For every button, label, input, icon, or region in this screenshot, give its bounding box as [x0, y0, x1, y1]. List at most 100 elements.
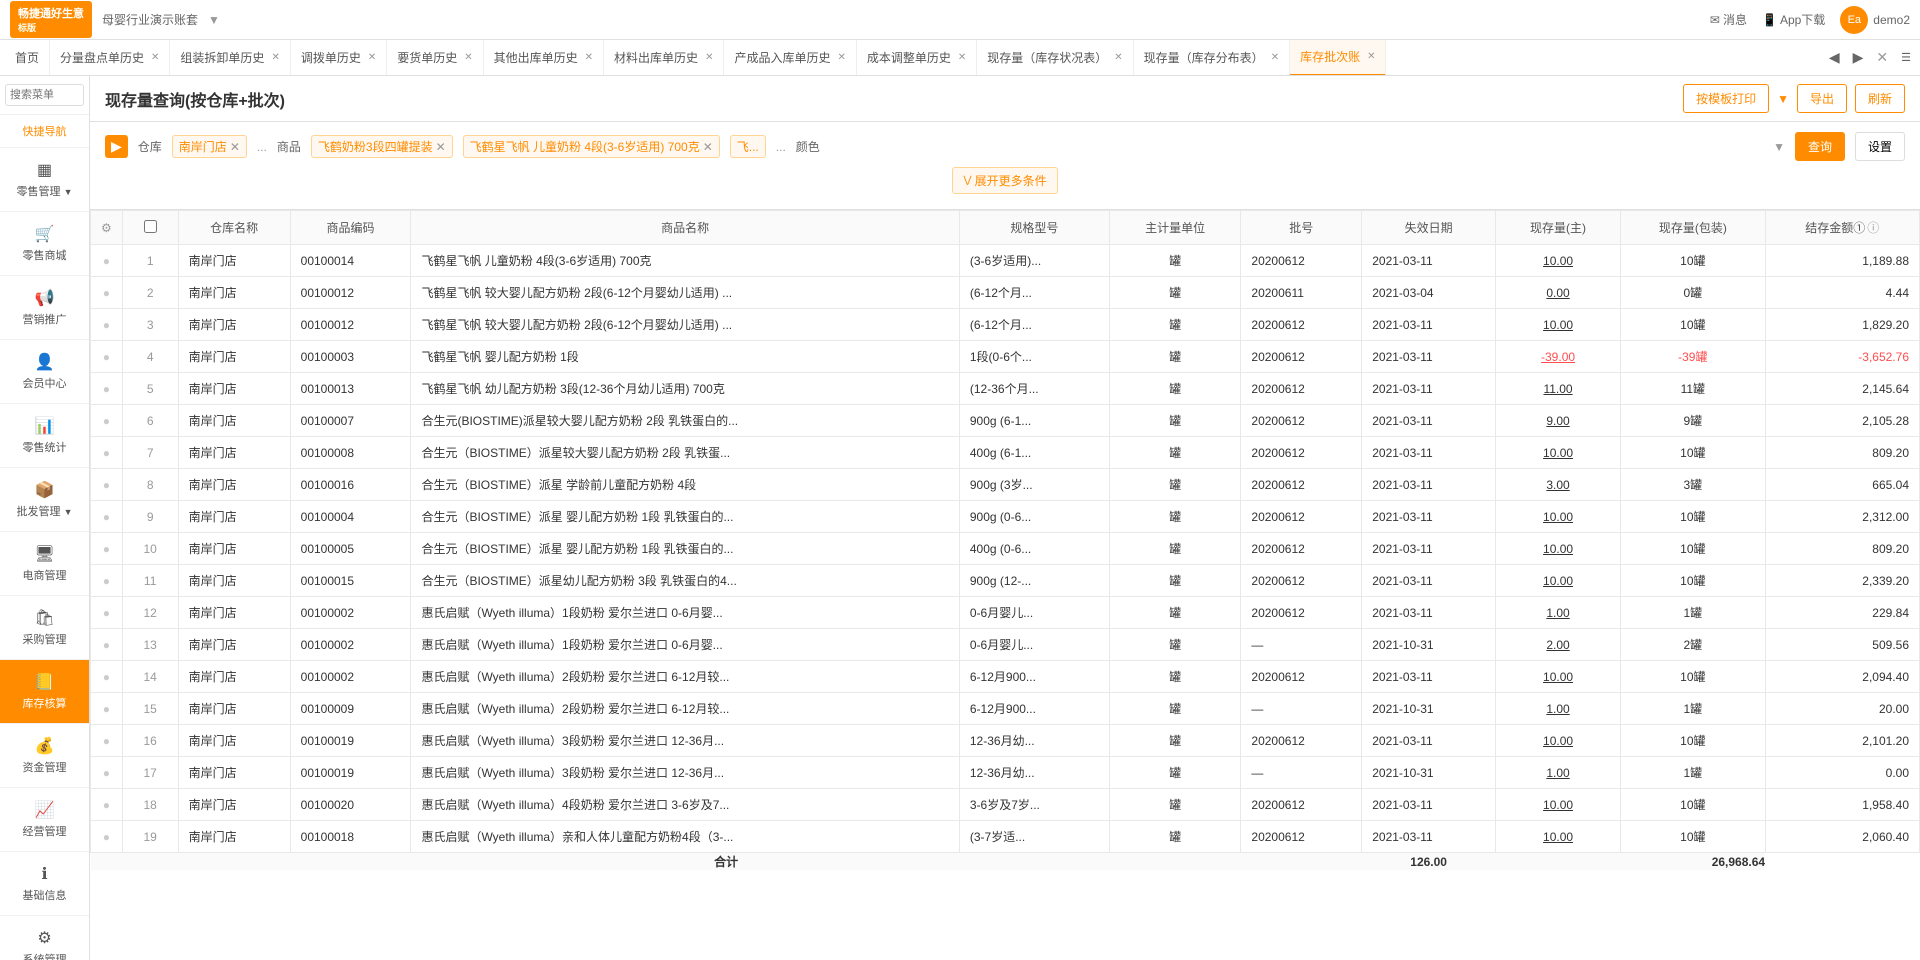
tab-item-4[interactable]: 要货单历史✕	[387, 40, 483, 76]
sidebar-item-基础信息[interactable]: ℹ 基础信息	[0, 852, 89, 916]
filter-expand-arrow[interactable]: ▶	[105, 135, 128, 158]
quick-nav[interactable]: 快捷导航	[0, 115, 89, 148]
sidebar-item-零售管理[interactable]: ▦ 零售管理 ▼	[0, 148, 89, 212]
tab-label: 调拨单历史	[301, 49, 361, 66]
row-pkg: 10罐	[1621, 661, 1766, 693]
select-all-checkbox[interactable]	[144, 220, 157, 233]
row-qty: 3.00	[1496, 469, 1621, 501]
tab-item-11[interactable]: 库存批次账✕	[1290, 40, 1386, 76]
message-link[interactable]: ✉ 消息	[1710, 11, 1747, 28]
tab-close-btn[interactable]: ✕	[151, 52, 159, 63]
sidebar-item-电商管理[interactable]: 🖥 电商管理	[0, 532, 89, 596]
color-dropdown-arrow[interactable]: ▼	[1773, 140, 1785, 154]
row-num: 8	[122, 469, 178, 501]
sidebar-item-经营管理[interactable]: 📈 经营管理	[0, 788, 89, 852]
dropdown-arrow-icon[interactable]: ▼	[208, 13, 220, 27]
message-icon: ✉	[1710, 13, 1720, 27]
expand-conditions-btn[interactable]: ⋁ 展开更多条件	[952, 167, 1057, 194]
row-warehouse: 南岸门店	[178, 277, 290, 309]
search-button[interactable]: 查询	[1795, 132, 1845, 161]
settings-column[interactable]: ⚙	[91, 211, 123, 245]
sidebar-arrow-icon: ▼	[64, 507, 73, 517]
row-name: 飞鹤星飞帆 婴儿配方奶粉 1段	[411, 341, 959, 373]
row-batch: 20200612	[1241, 309, 1362, 341]
user-avatar[interactable]: Ea demo2	[1840, 6, 1910, 34]
tab-label: 其他出库单历史	[494, 49, 578, 66]
row-expire: 2021-03-11	[1362, 661, 1496, 693]
tab-close-btn[interactable]: ✕	[705, 52, 713, 63]
tab-item-10[interactable]: 现存量（库存分布表）✕	[1134, 40, 1290, 76]
table-header-row: ⚙仓库名称商品编码商品名称规格型号主计量单位批号失效日期现存量(主)现存量(包装…	[91, 211, 1920, 245]
row-unit: 罐	[1109, 277, 1241, 309]
product-tag-1: 飞鹤奶粉3段四罐提装 ✕	[311, 135, 453, 158]
tab-close-btn[interactable]: ✕	[958, 52, 966, 63]
app-download-link[interactable]: 📱 App下载	[1762, 11, 1825, 28]
sidebar: 快捷导航 ▦ 零售管理 ▼🛒 零售商城 📢 营销推广 👤 会员中心 📊 零售统计…	[0, 76, 90, 960]
row-code: 00100002	[290, 597, 411, 629]
tab-item-9[interactable]: 现存量（库存状况表）✕	[977, 40, 1133, 76]
tab-item-5[interactable]: 其他出库单历史 ✕	[484, 40, 604, 76]
tab-item-0[interactable]: 首页	[5, 40, 50, 76]
more-warehouses[interactable]: ...	[257, 140, 267, 154]
sidebar-item-库存核算[interactable]: 📒 库存核算	[0, 660, 89, 724]
sidebar-item-零售商城[interactable]: 🛒 零售商城	[0, 212, 89, 276]
tab-item-8[interactable]: 成本调整单历史✕	[857, 40, 977, 76]
row-code: 00100018	[290, 821, 411, 853]
sidebar-item-系统管理[interactable]: ⚙ 系统管理	[0, 916, 89, 960]
tab-item-6[interactable]: 材料出库单历史✕	[604, 40, 724, 76]
content-area: 现存量查询(按仓库+批次) 按模板打印 ▼ 导出 刷新 ▶ 仓库 南岸门店 ✕ …	[90, 76, 1920, 960]
tab-item-1[interactable]: 分量盘点单历史✕	[50, 40, 170, 76]
tab-close-btn[interactable]: ✕	[585, 52, 593, 63]
tab-close-btn[interactable]: ✕	[1367, 51, 1375, 62]
sidebar-icon-8: 📒	[5, 672, 84, 692]
row-settings: ●	[91, 597, 123, 629]
row-icon: ●	[103, 510, 110, 524]
tab-close-icon[interactable]: ✕	[1872, 47, 1892, 68]
tab-close-btn[interactable]: ✕	[837, 52, 845, 63]
remove-product-tag1[interactable]: ✕	[436, 140, 446, 154]
tab-prev-icon[interactable]: ◀	[1825, 47, 1844, 68]
gear-icon[interactable]: ⚙	[101, 221, 112, 235]
sidebar-item-资金管理[interactable]: 💰 资金管理	[0, 724, 89, 788]
sidebar-item-批发管理[interactable]: 📦 批发管理 ▼	[0, 468, 89, 532]
tab-close-btn[interactable]: ✕	[368, 52, 376, 63]
sidebar-item-会员中心[interactable]: 👤 会员中心	[0, 340, 89, 404]
print-button[interactable]: 按模板打印	[1683, 84, 1769, 113]
row-amount: 1,189.88	[1765, 245, 1919, 277]
sidebar-item-采购管理[interactable]: 🛍 采购管理	[0, 596, 89, 660]
tab-next-icon[interactable]: ▶	[1849, 47, 1868, 68]
tab-item-3[interactable]: 调拨单历史 ✕	[291, 40, 387, 76]
sidebar-icon-2: 📢	[5, 288, 84, 308]
search-input[interactable]	[5, 84, 84, 106]
remove-product-tag2[interactable]: ✕	[703, 140, 713, 154]
col-header-5: 主计量单位	[1109, 211, 1241, 245]
account-label: 母婴行业演示账套	[102, 11, 198, 28]
more-products[interactable]: ...	[776, 140, 786, 154]
table-row: ● 17 南岸门店 00100019 惠氏启赋（Wyeth illuma）3段奶…	[91, 757, 1920, 789]
refresh-button[interactable]: 刷新	[1855, 84, 1905, 113]
table-row: ● 12 南岸门店 00100002 惠氏启赋（Wyeth illuma）1段奶…	[91, 597, 1920, 629]
sidebar-item-零售统计[interactable]: 📊 零售统计	[0, 404, 89, 468]
row-qty: 10.00	[1496, 437, 1621, 469]
row-name: 飞鹤星飞帆 幼儿配方奶粉 3段(12-36个月幼儿适用) 700克	[411, 373, 959, 405]
sidebar-item-营销推广[interactable]: 📢 营销推广	[0, 276, 89, 340]
tab-item-2[interactable]: 组装拆卸单历史✕	[170, 40, 290, 76]
settings-button[interactable]: 设置	[1855, 132, 1905, 161]
row-batch: —	[1241, 757, 1362, 789]
row-num: 18	[122, 789, 178, 821]
tab-close-btn[interactable]: ✕	[464, 52, 472, 63]
page-title: 现存量查询(按仓库+批次)	[105, 87, 285, 111]
export-button[interactable]: 导出	[1797, 84, 1847, 113]
dropdown-arrow-icon[interactable]: ▼	[1777, 92, 1789, 106]
tab-menu-icon[interactable]: ☰	[1897, 49, 1915, 66]
remove-warehouse-tag[interactable]: ✕	[230, 140, 240, 154]
tab-close-btn[interactable]: ✕	[1271, 52, 1279, 63]
table-row: ● 14 南岸门店 00100002 惠氏启赋（Wyeth illuma）2段奶…	[91, 661, 1920, 693]
sidebar-item-label: 基础信息	[23, 890, 67, 902]
tab-item-7[interactable]: 产成品入库单历史✕	[724, 40, 856, 76]
row-qty: 10.00	[1496, 309, 1621, 341]
info-icon[interactable]: ⓘ	[1867, 221, 1879, 235]
row-code: 00100015	[290, 565, 411, 597]
tab-close-btn[interactable]: ✕	[271, 52, 279, 63]
tab-close-btn[interactable]: ✕	[1114, 52, 1122, 63]
